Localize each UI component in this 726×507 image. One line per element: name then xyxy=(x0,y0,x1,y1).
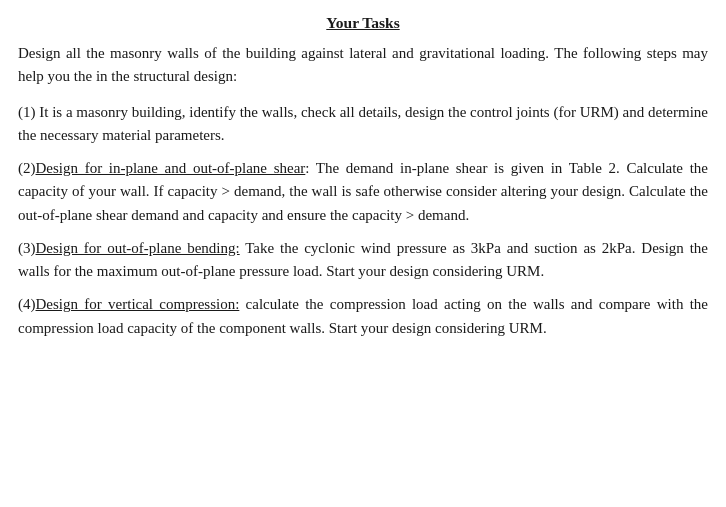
page-title: Your Tasks xyxy=(18,14,708,32)
task-4-underline: Design for vertical compression: xyxy=(36,296,240,312)
task-item-3: (3)Design for out-of-plane bending: Take… xyxy=(18,237,708,284)
task-item-4: (4)Design for vertical compression: calc… xyxy=(18,293,708,340)
task-3-underline: Design for out-of-plane bending: xyxy=(36,240,240,256)
task-1-text: It is a masonry building, identify the w… xyxy=(18,104,708,143)
task-number-4: (4) xyxy=(18,296,36,312)
task-item-1: (1) It is a masonry building, identify t… xyxy=(18,101,708,148)
task-item-2: (2)Design for in-plane and out-of-plane … xyxy=(18,157,708,227)
task-number-3: (3) xyxy=(18,240,36,256)
intro-text: Design all the masonry walls of the buil… xyxy=(18,42,708,89)
task-number-1: (1) xyxy=(18,104,36,120)
task-2-underline: Design for in-plane and out-of-plane she… xyxy=(36,160,306,176)
task-number-2: (2) xyxy=(18,160,36,176)
